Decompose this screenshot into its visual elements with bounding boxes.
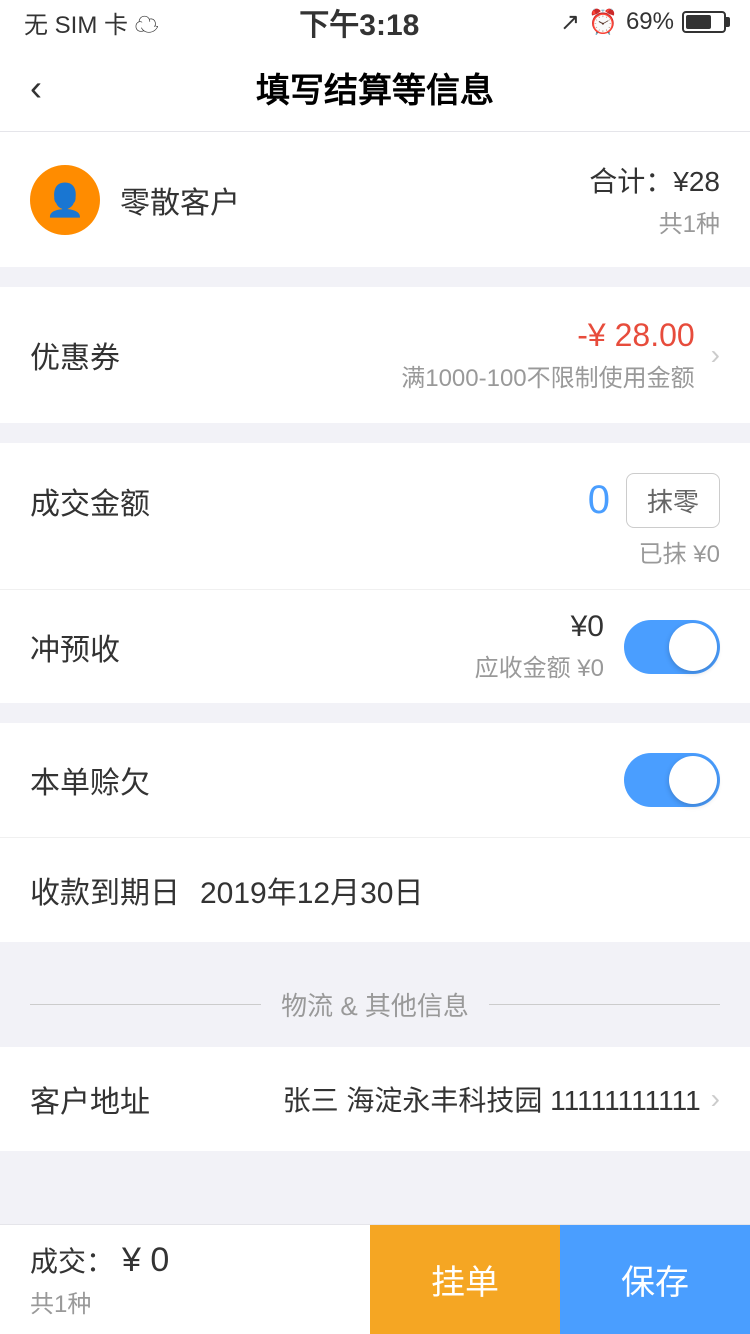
prepay-amounts: ¥0 应收金额 ¥0 [475,610,604,683]
transaction-row: 成交金额 0 抹零 [0,443,750,528]
bottom-deal-line: 成交： ¥ 0 [30,1240,340,1280]
divider-left [30,1004,261,1005]
battery-icon [682,11,726,33]
address-label: 客户地址 [30,1077,150,1121]
nav-bar: ‹ 填写结算等信息 [0,44,750,132]
chevron-right-icon: › [711,339,720,371]
content-area: 👤 零散客户 合计：¥28 共1种 优惠券 -¥ 28.00 满1000-100… [0,132,750,1271]
coupon-discount: -¥ 28.00 [401,317,694,354]
customer-summary: 合计：¥28 共1种 [589,160,720,239]
hang-order-button[interactable]: 挂单 [370,1225,560,1334]
transaction-amount[interactable]: 0 [570,478,610,523]
coupon-description: 满1000-100不限制使用金额 [401,358,694,393]
debt-toggle[interactable] [624,753,720,807]
status-right: ↗ ⏰ 69% [560,8,726,37]
bottom-count: 共1种 [30,1284,340,1319]
prepay-amount: ¥0 [475,610,604,644]
battery-percent: 69% [626,8,674,36]
prepay-receivable: 应收金额 ¥0 [475,648,604,683]
coupon-row[interactable]: 优惠券 -¥ 28.00 满1000-100不限制使用金额 › [0,287,750,423]
address-right: 张三 海淀永丰科技园 11111111111 › [283,1079,720,1119]
logistics-title: 物流 & 其他信息 [281,986,469,1023]
debt-row: 本单赊欠 [0,723,750,837]
coupon-label: 优惠券 [30,333,120,377]
sim-label: 无 SIM 卡 ☁ [24,5,159,40]
address-chevron-icon: › [711,1083,720,1115]
due-date-label: 收款到期日 [30,868,180,912]
address-value: 张三 海淀永丰科技园 11111111111 [283,1079,701,1119]
prepay-row: 冲预收 ¥0 应收金额 ¥0 [0,589,750,703]
save-button[interactable]: 保存 [560,1225,750,1334]
debt-section: 本单赊欠 收款到期日 2019年12月30日 [0,723,750,942]
bottom-deal-label: 成交： [30,1240,114,1280]
logistics-header: 物流 & 其他信息 [0,962,750,1047]
page-title: 填写结算等信息 [256,63,494,112]
prepay-label: 冲预收 [30,625,120,669]
address-row[interactable]: 客户地址 张三 海淀永丰科技园 11111111111 › [0,1047,750,1151]
transaction-section: 成交金额 0 抹零 已抹 ¥0 冲预收 ¥0 应收金额 ¥0 [0,443,750,703]
prepay-right: ¥0 应收金额 ¥0 [475,610,720,683]
customer-name: 零散客户 [120,178,240,222]
avatar: 👤 [30,165,100,235]
bottom-bar: 成交： ¥ 0 共1种 挂单 保存 [0,1224,750,1334]
avatar-icon: 👤 [45,181,85,219]
toggle-knob [669,623,717,671]
prepay-toggle[interactable] [624,620,720,674]
debt-label: 本单赊欠 [30,758,150,802]
status-left: 无 SIM 卡 ☁ [24,5,159,40]
coupon-card: 优惠券 -¥ 28.00 满1000-100不限制使用金额 › [0,287,750,423]
customer-row: 👤 零散客户 合计：¥28 共1种 [0,132,750,267]
divider-right [489,1004,720,1005]
customer-info: 👤 零散客户 [30,165,240,235]
location-icon: ↗ [560,8,580,37]
coupon-right: -¥ 28.00 满1000-100不限制使用金额 › [401,317,720,393]
debt-toggle-knob [669,756,717,804]
already-rounded-text: 已抹 ¥0 [0,528,750,589]
alarm-icon: ⏰ [588,8,618,37]
transaction-right: 0 抹零 [570,473,720,528]
round-zero-button[interactable]: 抹零 [626,473,720,528]
back-button[interactable]: ‹ [30,57,52,119]
status-time: 下午3:18 [299,0,419,44]
coupon-values: -¥ 28.00 满1000-100不限制使用金额 [401,317,694,393]
bottom-info: 成交： ¥ 0 共1种 [0,1240,370,1319]
due-date-value: 2019年12月30日 [200,868,423,912]
bottom-deal-amount: ¥ 0 [122,1241,169,1280]
due-date-row: 收款到期日 2019年12月30日 [0,837,750,942]
customer-total: 合计：¥28 [589,160,720,200]
customer-count: 共1种 [589,204,720,239]
transaction-label: 成交金额 [30,479,150,523]
status-bar: 无 SIM 卡 ☁ 下午3:18 ↗ ⏰ 69% [0,0,750,44]
